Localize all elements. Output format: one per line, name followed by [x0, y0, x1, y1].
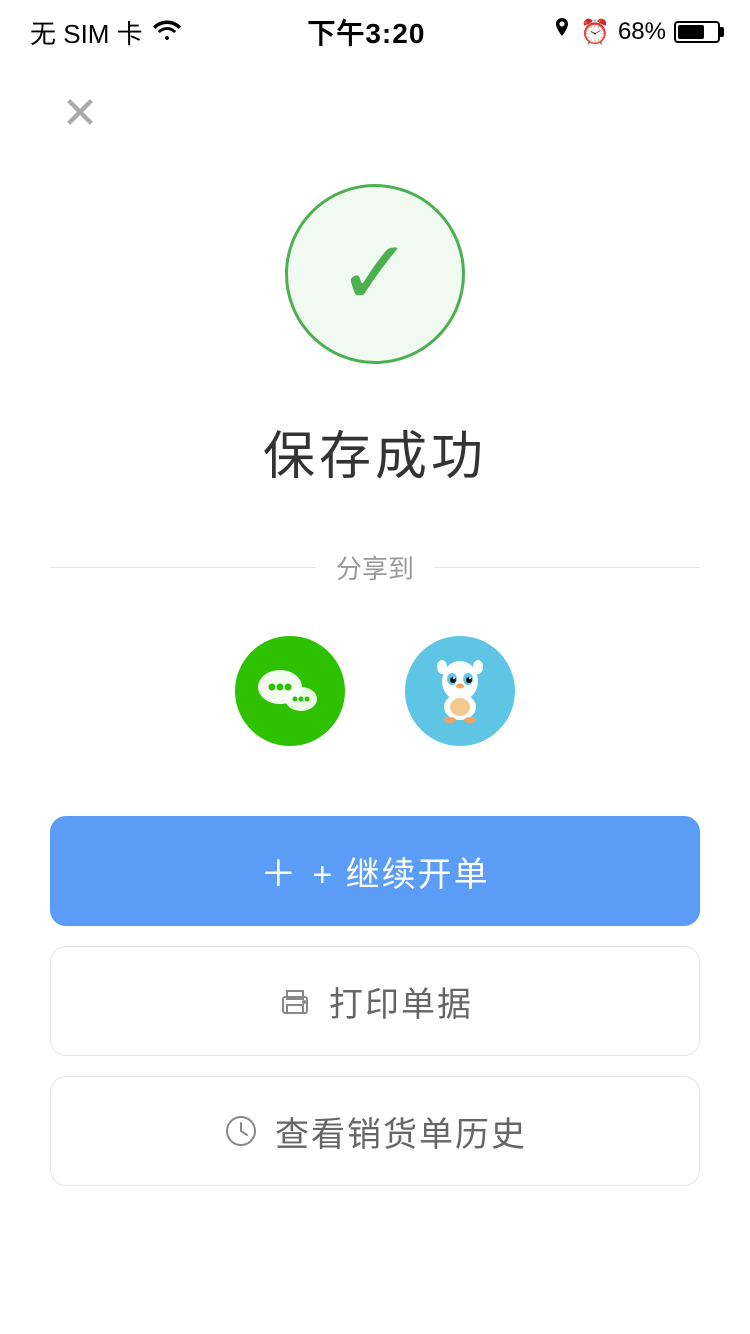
- divider-right: [434, 567, 700, 568]
- wechat-share-button[interactable]: [235, 636, 345, 746]
- continue-button[interactable]: ＋ + 继续开单: [50, 816, 700, 926]
- status-right: ⏰ 68%: [552, 18, 720, 47]
- wifi-icon: [153, 18, 181, 47]
- action-buttons: ＋ + 继续开单 打印单据 查看销货单历: [50, 816, 700, 1186]
- print-button[interactable]: 打印单据: [50, 946, 700, 1056]
- close-button[interactable]: ✕: [50, 84, 110, 144]
- success-title: 保存成功: [263, 414, 487, 489]
- close-button-container: ✕: [50, 84, 700, 144]
- history-button-label: 查看销货单历史: [275, 1107, 527, 1156]
- alarm-icon: ⏰: [580, 18, 610, 47]
- battery-icon: [674, 21, 720, 43]
- checkmark-icon: ✓: [337, 229, 412, 319]
- plus-icon: ＋: [260, 845, 296, 897]
- battery-text: 68%: [618, 18, 666, 46]
- status-left: 无 SIM 卡: [30, 14, 181, 51]
- qq-icon: [430, 657, 490, 725]
- history-button[interactable]: 查看销货单历史: [50, 1076, 700, 1186]
- history-icon: [223, 1113, 259, 1149]
- divider-left: [50, 567, 316, 568]
- print-button-label: 打印单据: [329, 977, 473, 1026]
- share-label: 分享到: [336, 549, 414, 586]
- status-bar: 无 SIM 卡 下午3:20 ⏰ 68%: [0, 0, 750, 64]
- main-content: ✕ ✓ 保存成功 分享到: [0, 64, 750, 1206]
- close-icon: ✕: [62, 92, 99, 136]
- continue-button-label: + 继续开单: [312, 847, 489, 896]
- sim-status: 无 SIM 卡: [30, 14, 143, 51]
- printer-icon: [277, 983, 313, 1019]
- qq-share-button[interactable]: [405, 636, 515, 746]
- status-time: 下午3:20: [307, 12, 425, 52]
- share-icons: [235, 636, 515, 746]
- location-icon: [552, 18, 572, 47]
- share-divider: 分享到: [50, 549, 700, 586]
- success-icon: ✓: [285, 184, 465, 364]
- wechat-icon: [256, 661, 324, 721]
